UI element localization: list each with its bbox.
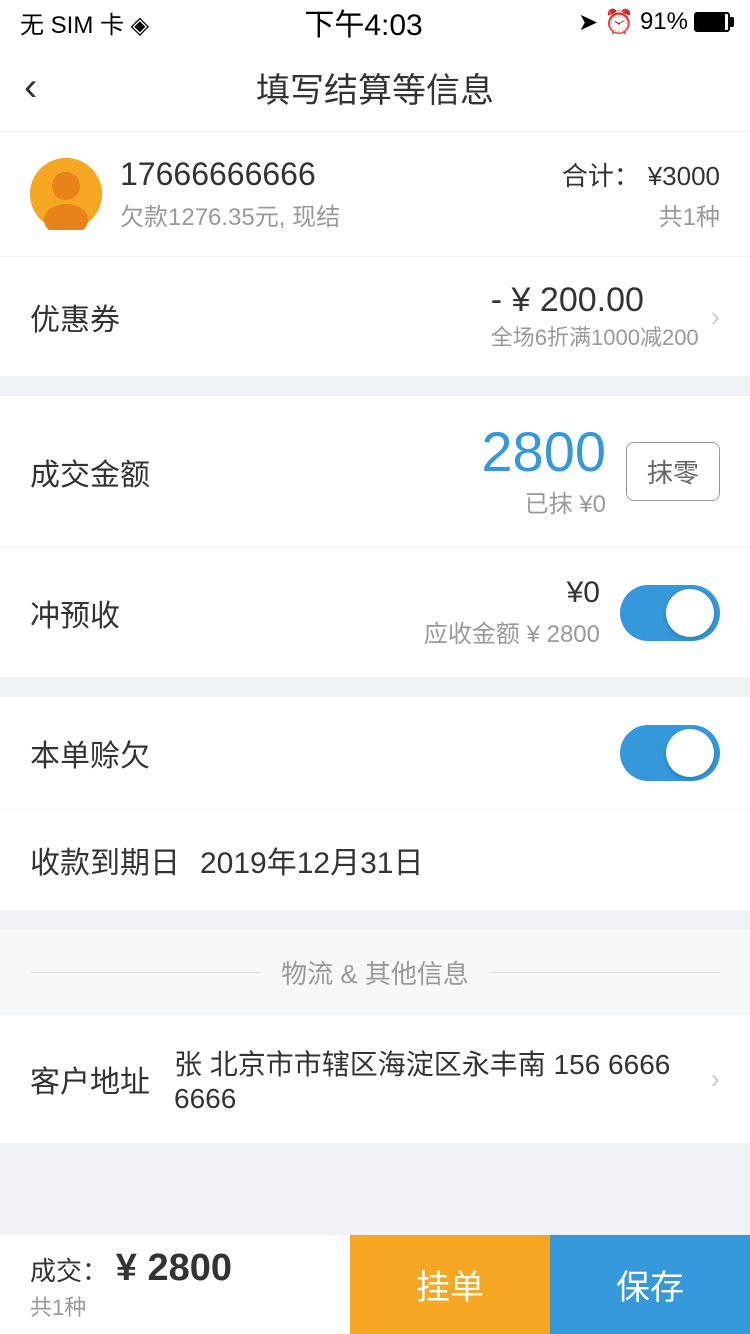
customer-debt: 欠款1276.35元, 现结 [120, 197, 340, 232]
prepay-receivable: 应收金额 ¥ 2800 [424, 614, 600, 649]
status-time: 下午4:03 [304, 0, 422, 44]
amount-label: 成交金额 [30, 450, 150, 494]
debt-row: 本单赊欠 [0, 697, 750, 809]
address-value: 张 北京市市辖区海淀区永丰南 156 6666 6666 [174, 1043, 711, 1115]
debt-label: 本单赊欠 [30, 731, 150, 775]
total-label: 合计： [562, 161, 640, 191]
coupon-label: 优惠券 [30, 295, 120, 339]
amount-value-wrap: 2800 已抹 ¥0 [481, 424, 606, 519]
page-title: 填写结算等信息 [256, 63, 494, 112]
total-value: ¥3000 [648, 161, 720, 191]
save-button[interactable]: 保存 [550, 1235, 750, 1334]
prepay-value: ¥0 [424, 576, 600, 610]
logistics-label: 物流 & 其他信息 [281, 954, 469, 991]
customer-total: 合计： ¥3000 共1种 [562, 156, 720, 232]
prepay-row: 冲预收 ¥0 应收金额 ¥ 2800 [0, 548, 750, 677]
prepay-label: 冲预收 [30, 591, 120, 635]
divider-line-left [30, 972, 261, 973]
battery-icon [694, 12, 730, 32]
location-icon: ➤ [578, 8, 598, 37]
toggle-thumb [666, 589, 714, 637]
status-left: 无 SIM 卡 ◈ [20, 5, 149, 40]
customer-info: 17666666666 欠款1276.35元, 现结 [120, 156, 340, 232]
prepay-toggle[interactable] [620, 585, 720, 641]
form-section: 成交金额 2800 已抹 ¥0 抹零 冲预收 ¥0 应收金额 ¥ 2800 [0, 396, 750, 677]
avatar [30, 158, 102, 230]
coupon-discount: - ¥ 200.00 [491, 281, 699, 320]
customer-left: 17666666666 欠款1276.35元, 现结 [30, 156, 340, 232]
coupon-right: - ¥ 200.00 全场6折满1000减200 › [491, 281, 720, 352]
section-divider-1 [0, 376, 750, 396]
footer: 成交： ¥ 2800 共1种 挂单 保存 [0, 1234, 750, 1334]
status-right: ➤ ⏰ 91% [578, 8, 730, 37]
alarm-icon: ⏰ [604, 8, 634, 37]
prepay-value-wrap: ¥0 应收金额 ¥ 2800 [424, 576, 600, 649]
amount-erased: 已抹 ¥0 [481, 484, 606, 519]
address-row[interactable]: 客户地址 张 北京市市辖区海淀区永丰南 156 6666 6666 › [0, 1015, 750, 1143]
prepay-right: ¥0 应收金额 ¥ 2800 [424, 576, 720, 649]
battery-text: 91% [640, 8, 688, 36]
debt-toggle-thumb [666, 729, 714, 777]
coupon-info: - ¥ 200.00 全场6折满1000减200 [491, 281, 699, 352]
amount-row: 成交金额 2800 已抹 ¥0 抹零 [0, 396, 750, 548]
coupon-detail: 全场6折满1000减200 [491, 320, 699, 352]
date-row: 收款到期日 2019年12月31日 [0, 809, 750, 910]
avatar-svg [30, 158, 102, 230]
customer-card: 17666666666 欠款1276.35元, 现结 合计： ¥3000 共1种 [0, 132, 750, 256]
footer-info: 成交： ¥ 2800 共1种 [0, 1235, 350, 1334]
coupon-row[interactable]: 优惠券 - ¥ 200.00 全场6折满1000减200 › [0, 256, 750, 376]
no-sim-text: 无 SIM 卡 ◈ [20, 5, 149, 40]
total-row: 合计： ¥3000 [562, 156, 720, 193]
debt-toggle[interactable] [620, 725, 720, 781]
logistics-divider: 物流 & 其他信息 [0, 930, 750, 1015]
date-label: 收款到期日 [30, 838, 180, 882]
status-bar: 无 SIM 卡 ◈ 下午4:03 ➤ ⏰ 91% [0, 0, 750, 44]
footer-deal-amount: ¥ 2800 [116, 1247, 232, 1289]
pending-button[interactable]: 挂单 [350, 1235, 550, 1334]
address-chevron-icon: › [711, 1063, 720, 1095]
amount-value: 2800 [481, 424, 606, 480]
date-value: 2019年12月31日 [200, 838, 423, 882]
chevron-right-icon: › [711, 301, 720, 333]
address-label: 客户地址 [30, 1057, 150, 1101]
amount-right: 2800 已抹 ¥0 抹零 [481, 424, 720, 519]
erase-button[interactable]: 抹零 [626, 442, 720, 501]
divider-line-right [489, 972, 720, 973]
footer-deal-row: 成交： ¥ 2800 [30, 1247, 320, 1290]
footer-deal-count: 共1种 [30, 1290, 320, 1322]
section-divider-2 [0, 677, 750, 697]
section-divider-3 [0, 910, 750, 930]
total-count: 共1种 [562, 197, 720, 232]
debt-section: 本单赊欠 收款到期日 2019年12月31日 [0, 697, 750, 910]
header: ‹ 填写结算等信息 [0, 44, 750, 132]
customer-phone: 17666666666 [120, 156, 340, 193]
back-button[interactable]: ‹ [24, 65, 37, 110]
footer-deal-label: 成交： [30, 1256, 108, 1286]
